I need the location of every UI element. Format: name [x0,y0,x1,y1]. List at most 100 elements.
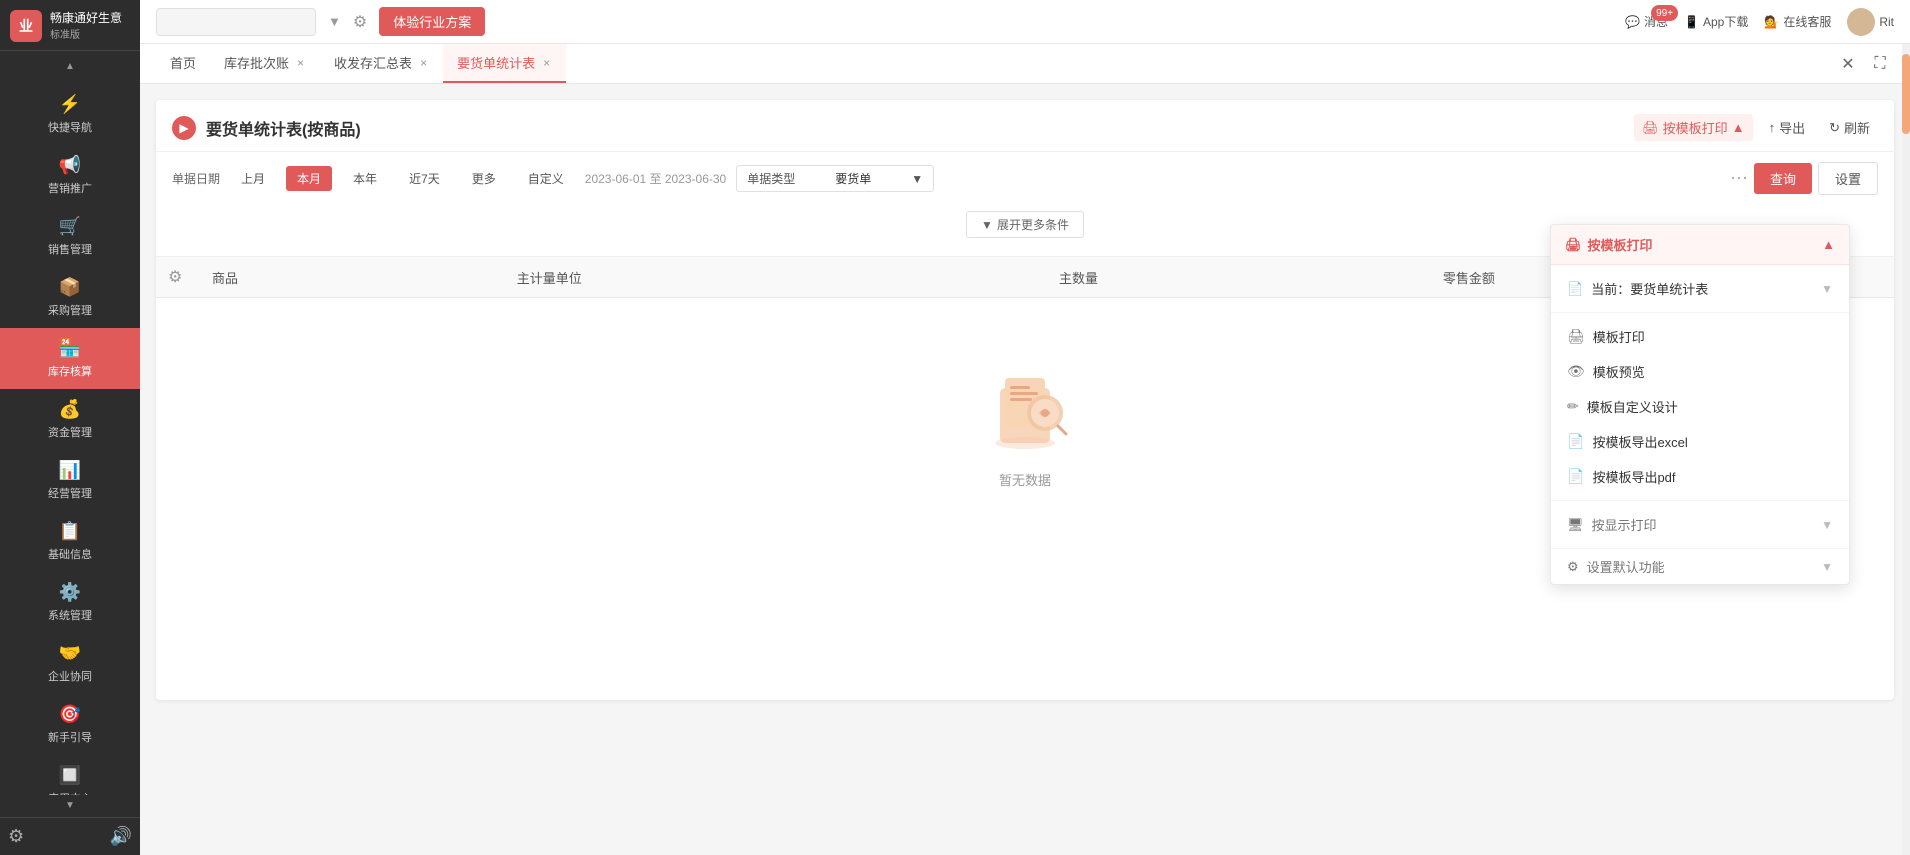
dropdown-set-default[interactable]: ⚙ 设置默认功能 ▼ [1551,549,1849,584]
tab-order-stats[interactable]: 要货单统计表 × [443,44,566,83]
filter-custom[interactable]: 自定义 [517,166,575,191]
more-options-icon[interactable]: ⋯ [1730,168,1748,189]
dropdown-display-print[interactable]: 🖥 按显示打印 ▼ [1551,507,1849,542]
tab-close-receipts-summary[interactable]: × [418,56,429,70]
sidebar-item-newbie[interactable]: 🎯 新手引导 [0,694,140,755]
topbar-search-input[interactable] [156,8,316,36]
tab-receipts-summary[interactable]: 收发存汇总表 × [320,44,443,83]
order-type-select[interactable]: 单据类型 要货单 ▼ [736,165,934,192]
right-scrollbar[interactable] [1902,84,1910,855]
export-btn[interactable]: ↑ 导出 [1761,114,1814,141]
topbar-right: 💬 消息 99+ 📱 App下载 💁 在线客服 Rit [1625,8,1894,36]
tab-label: 要货单统计表 [457,53,535,72]
filter-prev-month[interactable]: 上月 [230,166,276,191]
online-service-item[interactable]: 💁 在线客服 [1764,13,1831,30]
dropdown-current-left: 📄 当前：要货单统计表 [1567,279,1708,298]
inventory-icon: 🏪 [59,338,81,359]
app-download-item[interactable]: 📱 App下载 [1684,13,1748,30]
enterprise-icon: 🤝 [59,643,81,664]
app-download-icon: 📱 [1684,15,1699,29]
dropdown-title: 按模板打印 [1588,235,1653,254]
page-area: ▶ 要货单统计表(按商品) 🖨 按模板打印 ▲ ↑ 导出 [140,84,1910,855]
topbar-dropdown-icon[interactable]: ▼ [328,14,341,29]
finance-icon: 💰 [59,399,81,420]
filter-last-7-days[interactable]: 近7天 [398,166,451,191]
item-left: ✏ 模板自定义设计 [1567,397,1678,416]
sidebar-item-label: 库存核算 [48,363,92,379]
filter-current-month[interactable]: 本月 [286,166,332,191]
sidebar-item-finance[interactable]: 💰 资金管理 [0,389,140,450]
tab-close-inventory-batch[interactable]: × [295,56,306,70]
dropdown-export-pdf[interactable]: 📄 按模板导出pdf [1551,459,1849,494]
filter-date-range: 2023-06-01 至 2023-06-30 [585,170,726,187]
trial-btn[interactable]: 体验行业方案 [379,7,485,36]
filter-current-year[interactable]: 本年 [342,166,388,191]
tabbar: 首页 库存批次账 × 收发存汇总表 × 要货单统计表 × ✕ ⛶ [140,44,1910,84]
sidebar-item-operations[interactable]: 📊 经营管理 [0,450,140,511]
print-btn[interactable]: 🖨 按模板打印 ▲ [1634,114,1752,141]
tab-inventory-batch[interactable]: 库存批次账 × [210,44,320,83]
collapse-sidebar-btn[interactable]: ▶ [172,116,196,140]
refresh-btn[interactable]: ↻ 刷新 [1821,114,1878,141]
section-left: ⚙ 设置默认功能 [1567,557,1665,576]
sidebar-item-marketing[interactable]: 📢 营销推广 [0,145,140,206]
sidebar-item-quick-nav[interactable]: ⚡ 快捷导航 [0,84,140,145]
dropdown-template-preview[interactable]: 👁 模板预览 [1551,354,1849,389]
template-print-icon: 🖨 [1567,328,1585,345]
dropdown-display-print-section: 🖥 按显示打印 ▼ [1551,501,1849,549]
sidebar-item-purchase[interactable]: 📦 采购管理 [0,267,140,328]
sidebar-item-label: 销售管理 [48,241,92,257]
section-left: 🖥 按显示打印 [1567,515,1657,534]
sidebar-scroll-down[interactable]: ▼ [0,795,140,815]
operations-icon: 📊 [59,460,81,481]
settings-icon[interactable]: ⚙ [8,826,24,847]
user-avatar-area[interactable]: Rit [1847,8,1894,36]
page-title: 要货单统计表(按商品) [206,116,361,140]
sidebar-item-label: 快捷导航 [48,119,92,135]
dropdown-template-print[interactable]: 🖨 模板打印 [1551,319,1849,354]
expand-tab-window-btn[interactable]: ⛶ [1866,50,1894,78]
dropdown-header: 🖨 按模板打印 ▲ [1551,225,1849,265]
expand-more-conditions[interactable]: ▼ 展开更多条件 [966,211,1084,238]
sidebar-item-system[interactable]: ⚙️ 系统管理 [0,572,140,633]
app-logo: 业 畅康通好生意 标准版 [0,0,140,51]
tab-home[interactable]: 首页 [156,44,210,83]
online-service-icon: 💁 [1764,15,1779,29]
sidebar-item-enterprise[interactable]: 🤝 企业协同 [0,633,140,694]
sidebar-item-inventory[interactable]: 🏪 库存核算 [0,328,140,389]
query-btn[interactable]: 查询 [1754,163,1812,194]
dropdown-set-default-section: ⚙ 设置默认功能 ▼ [1551,549,1849,584]
audio-icon[interactable]: 🔊 [110,826,132,847]
dropdown-current-template[interactable]: 📄 当前：要货单统计表 ▼ [1551,271,1849,306]
dropdown-current-section: 📄 当前：要货单统计表 ▼ [1551,265,1849,313]
template-design-label: 模板自定义设计 [1587,397,1678,416]
template-preview-icon: 👁 [1567,363,1585,380]
settings-btn[interactable]: 设置 [1818,162,1878,195]
quick-nav-icon: ⚡ [59,94,81,115]
message-item[interactable]: 💬 消息 99+ [1625,13,1668,30]
display-print-arrow: ▼ [1821,518,1833,532]
dropdown-collapse-icon[interactable]: ▲ [1822,237,1835,252]
topbar-gear-icon[interactable]: ⚙ [353,12,367,32]
template-preview-label: 模板预览 [1593,362,1645,381]
filter-more[interactable]: 更多 [461,166,507,191]
table-settings-icon[interactable]: ⚙ [168,269,182,286]
online-service-label: 在线客服 [1783,13,1831,30]
export-icon: ↑ [1769,120,1776,135]
tab-controls: ✕ ⛶ [1834,50,1894,78]
sidebar-item-basic[interactable]: 📋 基础信息 [0,511,140,572]
empty-icon [975,358,1075,458]
dropdown-template-design[interactable]: ✏ 模板自定义设计 [1551,389,1849,424]
sidebar-item-sales[interactable]: 🛒 销售管理 [0,206,140,267]
dropdown-export-excel[interactable]: 📄 按模板导出excel [1551,424,1849,459]
system-icon: ⚙️ [59,582,81,603]
order-type-value: 要货单 [835,170,871,187]
sidebar-scroll-up[interactable]: ▲ [0,56,140,76]
current-template-arrow: ▼ [1821,282,1833,296]
tab-close-order-stats[interactable]: × [541,56,552,70]
item-left: 📄 按模板导出pdf [1567,467,1676,486]
close-tab-window-btn[interactable]: ✕ [1834,50,1862,78]
item-left: 👁 模板预览 [1567,362,1645,381]
dropdown-print-icon: 🖨 [1565,237,1582,253]
basic-icon: 📋 [59,521,81,542]
